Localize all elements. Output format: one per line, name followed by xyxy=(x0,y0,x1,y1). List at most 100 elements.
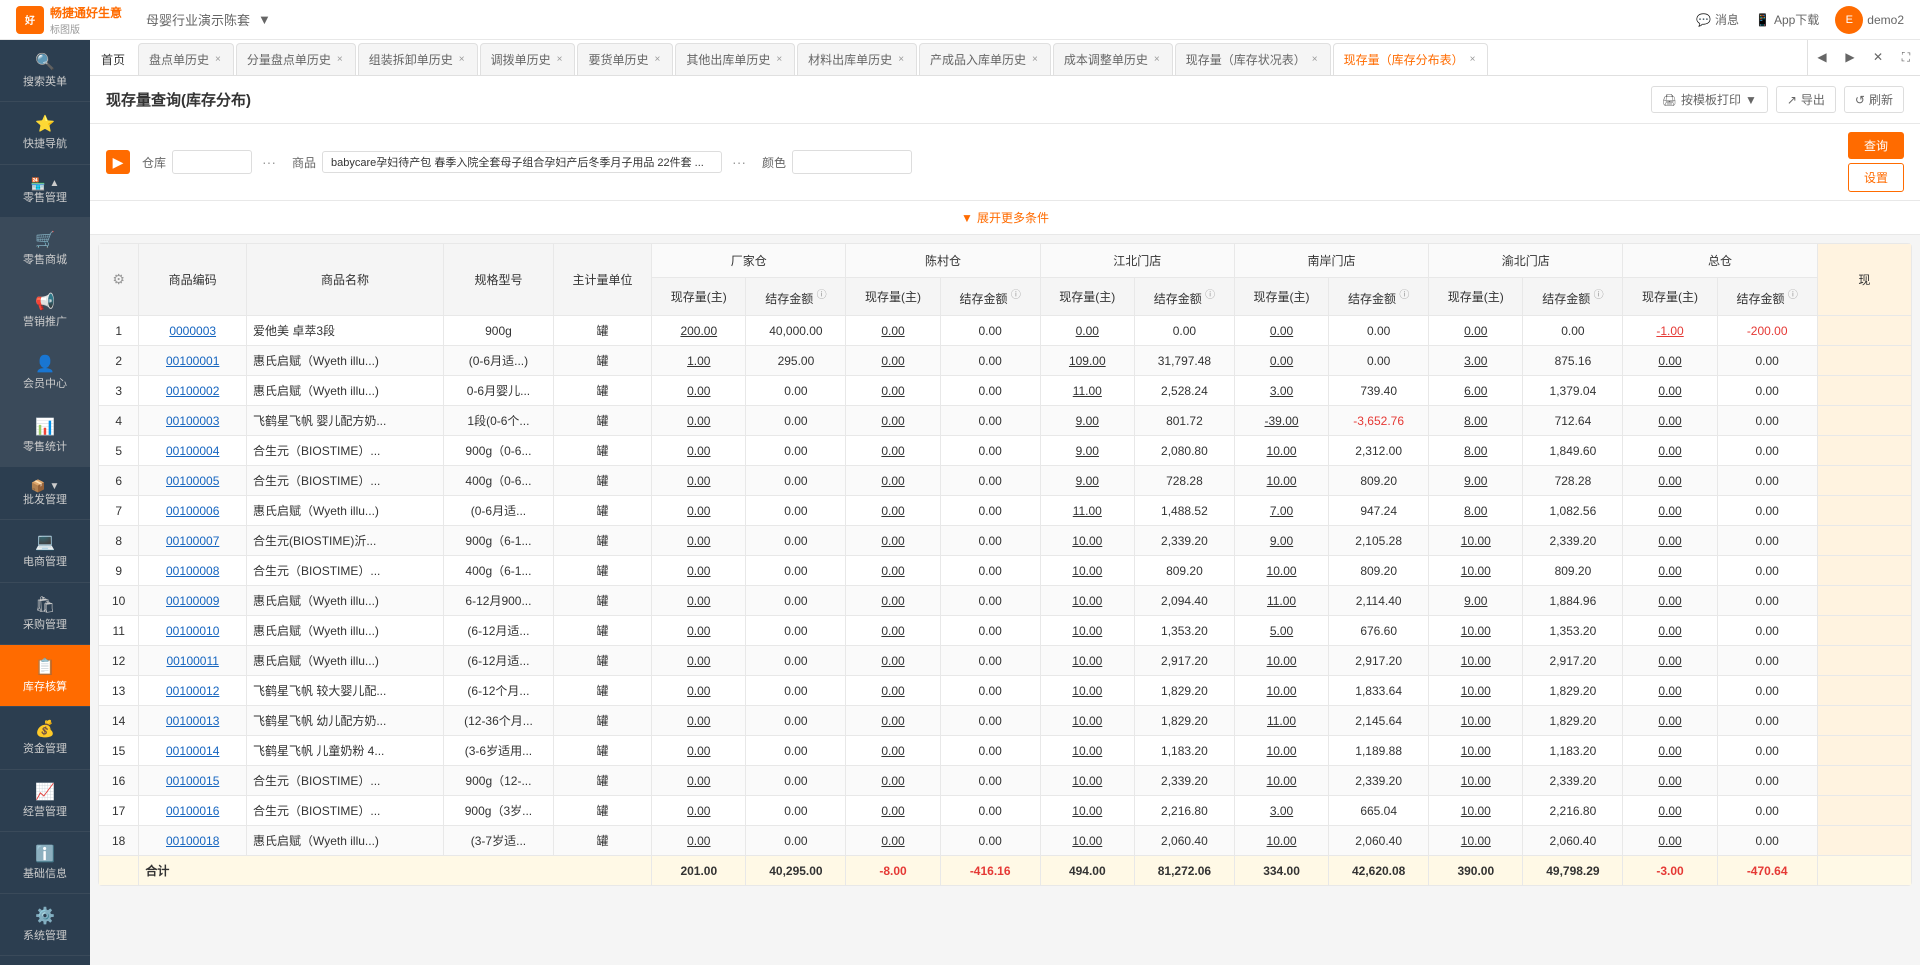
row-factory-stock[interactable]: 1.00 xyxy=(652,346,746,376)
row-code[interactable]: 00100003 xyxy=(139,406,247,436)
row-ng-stock[interactable]: 11.00 xyxy=(1234,706,1328,736)
row-ng-stock[interactable]: 10.00 xyxy=(1234,766,1328,796)
row-chen-stock[interactable]: 0.00 xyxy=(846,406,940,436)
sidebar-item-corp[interactable]: 🤝 企业协同 xyxy=(0,956,90,965)
row-yn-stock[interactable]: 10.00 xyxy=(1429,526,1523,556)
row-yn-stock[interactable]: 10.00 xyxy=(1429,646,1523,676)
setting-btn[interactable]: 设置 xyxy=(1848,163,1904,192)
row-ng-stock[interactable]: -39.00 xyxy=(1234,406,1328,436)
sidebar-item-ecommerce[interactable]: 💻 电商管理 xyxy=(0,520,90,582)
row-yn-stock[interactable]: 10.00 xyxy=(1429,556,1523,586)
row-total-stock[interactable]: 0.00 xyxy=(1623,646,1717,676)
tab-close-all-btn[interactable]: ✕ xyxy=(1864,40,1892,75)
row-ng-stock[interactable]: 11.00 xyxy=(1234,586,1328,616)
row-jb-stock[interactable]: 10.00 xyxy=(1040,706,1134,736)
row-total-stock[interactable]: 0.00 xyxy=(1623,766,1717,796)
row-factory-stock[interactable]: 0.00 xyxy=(652,706,746,736)
row-code[interactable]: 00100016 xyxy=(139,796,247,826)
tab-material-out[interactable]: 材料出库单历史 × xyxy=(797,43,917,75)
row-yn-stock[interactable]: 10.00 xyxy=(1429,706,1523,736)
row-jb-stock[interactable]: 10.00 xyxy=(1040,586,1134,616)
row-yn-stock[interactable]: 10.00 xyxy=(1429,796,1523,826)
row-chen-stock[interactable]: 0.00 xyxy=(846,526,940,556)
gear-icon[interactable]: ⚙ xyxy=(112,271,125,287)
row-factory-stock[interactable]: 0.00 xyxy=(652,436,746,466)
row-chen-stock[interactable]: 0.00 xyxy=(846,556,940,586)
row-ng-stock[interactable]: 0.00 xyxy=(1234,316,1328,346)
row-ng-stock[interactable]: 0.00 xyxy=(1234,346,1328,376)
row-chen-stock[interactable]: 0.00 xyxy=(846,826,940,856)
row-factory-stock[interactable]: 0.00 xyxy=(652,736,746,766)
row-total-stock[interactable]: 0.00 xyxy=(1623,496,1717,526)
row-ng-stock[interactable]: 10.00 xyxy=(1234,436,1328,466)
row-jb-stock[interactable]: 9.00 xyxy=(1040,436,1134,466)
print-btn[interactable]: 🖨 按模板打印 ▼ xyxy=(1651,86,1768,113)
row-yn-stock[interactable]: 10.00 xyxy=(1429,736,1523,766)
sidebar-item-retail-store[interactable]: 🛒 零售商城 xyxy=(0,218,90,280)
row-factory-stock[interactable]: 200.00 xyxy=(652,316,746,346)
industry-selector[interactable]: 母婴行业演示陈套 ▼ xyxy=(146,10,271,29)
tab-transfer[interactable]: 调拨单历史 × xyxy=(480,43,576,75)
row-total-stock[interactable]: 0.00 xyxy=(1623,406,1717,436)
tab-other-out[interactable]: 其他出库单历史 × xyxy=(675,43,795,75)
color-input[interactable] xyxy=(792,150,912,174)
tab-close-icon[interactable]: × xyxy=(774,53,784,66)
sidebar-item-operation[interactable]: 📈 经营管理 xyxy=(0,770,90,832)
row-jb-stock[interactable]: 109.00 xyxy=(1040,346,1134,376)
row-ng-stock[interactable]: 10.00 xyxy=(1234,466,1328,496)
row-code[interactable]: 00100006 xyxy=(139,496,247,526)
row-total-stock[interactable]: 0.00 xyxy=(1623,466,1717,496)
goods-input[interactable] xyxy=(322,151,722,173)
row-code[interactable]: 00100007 xyxy=(139,526,247,556)
sidebar-item-wholesale[interactable]: 📦 ▼ 批发管理 xyxy=(0,467,90,520)
row-yn-stock[interactable]: 6.00 xyxy=(1429,376,1523,406)
row-factory-stock[interactable]: 0.00 xyxy=(652,406,746,436)
row-chen-stock[interactable]: 0.00 xyxy=(846,616,940,646)
row-total-stock[interactable]: 0.00 xyxy=(1623,586,1717,616)
row-chen-stock[interactable]: 0.00 xyxy=(846,676,940,706)
row-ng-stock[interactable]: 10.00 xyxy=(1234,676,1328,706)
row-total-stock[interactable]: 0.00 xyxy=(1623,436,1717,466)
row-yn-stock[interactable]: 8.00 xyxy=(1429,406,1523,436)
row-jb-stock[interactable]: 10.00 xyxy=(1040,796,1134,826)
row-factory-stock[interactable]: 0.00 xyxy=(652,526,746,556)
row-jb-stock[interactable]: 10.00 xyxy=(1040,526,1134,556)
row-chen-stock[interactable]: 0.00 xyxy=(846,766,940,796)
tab-close-icon[interactable]: × xyxy=(1030,53,1040,66)
row-factory-stock[interactable]: 0.00 xyxy=(652,496,746,526)
row-chen-stock[interactable]: 0.00 xyxy=(846,496,940,526)
row-chen-stock[interactable]: 0.00 xyxy=(846,646,940,676)
row-factory-stock[interactable]: 0.00 xyxy=(652,586,746,616)
row-ng-stock[interactable]: 3.00 xyxy=(1234,376,1328,406)
row-total-stock[interactable]: 0.00 xyxy=(1623,826,1717,856)
row-jb-stock[interactable]: 10.00 xyxy=(1040,766,1134,796)
row-factory-stock[interactable]: 0.00 xyxy=(652,646,746,676)
row-jb-stock[interactable]: 0.00 xyxy=(1040,316,1134,346)
row-code[interactable]: 00100015 xyxy=(139,766,247,796)
row-code[interactable]: 00100005 xyxy=(139,466,247,496)
row-code[interactable]: 00100014 xyxy=(139,736,247,766)
tab-prev-btn[interactable]: ◀ xyxy=(1808,40,1836,75)
sidebar-item-inventory[interactable]: 📋 库存核算 xyxy=(0,645,90,707)
tab-close-icon[interactable]: × xyxy=(213,53,223,66)
tab-close-icon[interactable]: × xyxy=(1152,53,1162,66)
row-ng-stock[interactable]: 9.00 xyxy=(1234,526,1328,556)
warehouse-input[interactable] xyxy=(172,150,252,174)
row-chen-stock[interactable]: 0.00 xyxy=(846,736,940,766)
row-ng-stock[interactable]: 7.00 xyxy=(1234,496,1328,526)
tab-home[interactable]: 首页 xyxy=(90,43,136,75)
row-total-stock[interactable]: -1.00 xyxy=(1623,316,1717,346)
tab-inventory-check[interactable]: 盘点单历史 × xyxy=(138,43,234,75)
row-total-stock[interactable]: 0.00 xyxy=(1623,706,1717,736)
tab-product-in[interactable]: 产成品入库单历史 × xyxy=(919,43,1051,75)
tab-close-icon[interactable]: × xyxy=(1468,53,1478,66)
row-code[interactable]: 00100008 xyxy=(139,556,247,586)
tab-close-icon[interactable]: × xyxy=(555,53,565,66)
sidebar-item-search[interactable]: 🔍 搜索英单 xyxy=(0,40,90,102)
tab-close-icon[interactable]: × xyxy=(335,53,345,66)
sidebar-item-system[interactable]: ⚙️ 系统管理 xyxy=(0,894,90,956)
row-code[interactable]: 00100004 xyxy=(139,436,247,466)
row-ng-stock[interactable]: 10.00 xyxy=(1234,556,1328,586)
row-factory-stock[interactable]: 0.00 xyxy=(652,766,746,796)
row-total-stock[interactable]: 0.00 xyxy=(1623,526,1717,556)
